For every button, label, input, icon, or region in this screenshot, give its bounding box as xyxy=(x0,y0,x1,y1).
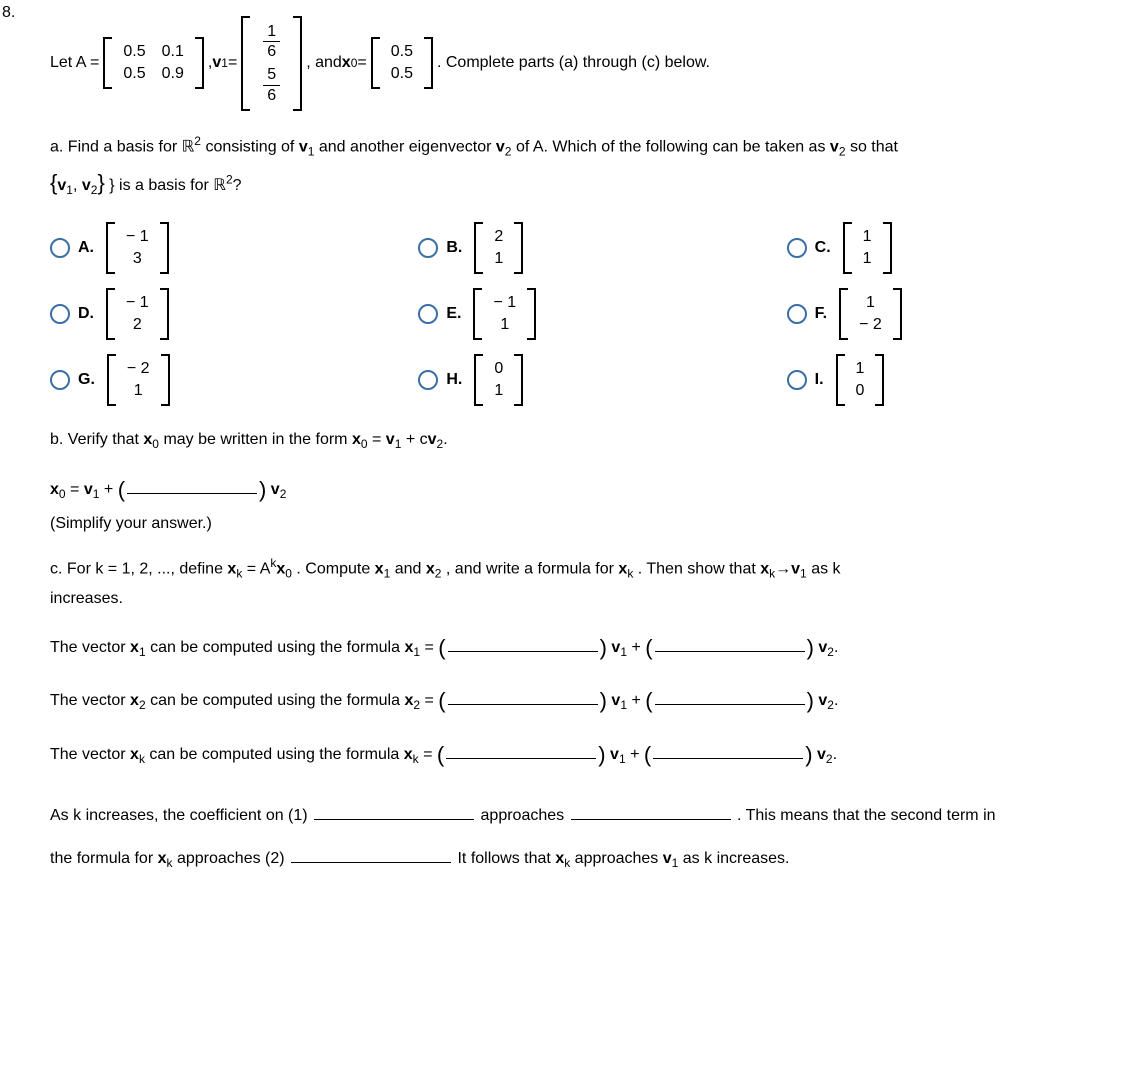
blank-c-x2-a[interactable] xyxy=(448,688,598,705)
option-vector: 10 xyxy=(836,354,885,406)
option-vector: − 13 xyxy=(106,222,169,274)
blank-c-xk-a[interactable] xyxy=(446,742,596,759)
x0-symbol: x xyxy=(342,54,351,72)
v1-symbol: v xyxy=(212,54,221,72)
problem-statement: Let A = 0.50.1 0.50.9 , v1 = 16 56 , and… xyxy=(50,16,1115,111)
let-text: Let A = xyxy=(50,54,99,72)
radio-icon[interactable] xyxy=(418,238,438,258)
option-E[interactable]: E. − 11 xyxy=(418,288,746,340)
question-body: Let A = 0.50.1 0.50.9 , v1 = 16 56 , and… xyxy=(50,16,1115,875)
part-a-options: A. − 13 B. 21 C. 11 D. − 12 E. − 11 F. xyxy=(50,222,1115,406)
option-vector: 21 xyxy=(474,222,523,274)
option-vector: 01 xyxy=(474,354,523,406)
blank-c-close-2[interactable] xyxy=(571,803,731,820)
option-label: G. xyxy=(78,371,95,389)
option-label: H. xyxy=(446,371,462,389)
radio-icon[interactable] xyxy=(787,304,807,324)
part-a-text: a. Find a basis for ℝ2 consisting of v1 … xyxy=(50,131,1115,203)
part-c-closing-2: the formula for xk approaches (2) It fol… xyxy=(50,845,1115,875)
blank-c-x1-b[interactable] xyxy=(655,635,805,652)
radio-icon[interactable] xyxy=(50,238,70,258)
part-b-text: b. Verify that x0 may be written in the … xyxy=(50,426,1115,456)
option-A[interactable]: A. − 13 xyxy=(50,222,378,274)
option-vector: 11 xyxy=(843,222,892,274)
part-b-fill: x0 = v1 + () v2 (Simplify your answer.) xyxy=(50,470,1115,538)
part-c-xk: The vector xk can be computed using the … xyxy=(50,735,1115,775)
blank-c-close-1[interactable] xyxy=(314,803,474,820)
radio-icon[interactable] xyxy=(787,370,807,390)
option-label: F. xyxy=(815,305,827,323)
blank-c-x2-b[interactable] xyxy=(655,688,805,705)
radio-icon[interactable] xyxy=(418,370,438,390)
option-vector: 1− 2 xyxy=(839,288,902,340)
part-c-x2: The vector x2 can be computed using the … xyxy=(50,681,1115,721)
option-C[interactable]: C. 11 xyxy=(787,222,1115,274)
option-label: A. xyxy=(78,239,94,257)
blank-c-xk-b[interactable] xyxy=(653,742,803,759)
matrix-A: 0.50.1 0.50.9 xyxy=(103,37,204,89)
radio-icon[interactable] xyxy=(50,370,70,390)
radio-icon[interactable] xyxy=(418,304,438,324)
part-c-text: c. For k = 1, 2, ..., define xk = Akx0 .… xyxy=(50,553,1115,614)
option-label: I. xyxy=(815,371,824,389)
option-label: E. xyxy=(446,305,461,323)
question-number: 8. xyxy=(2,4,15,22)
blank-b[interactable] xyxy=(127,477,257,494)
vector-x0: 0.50.5 xyxy=(371,37,433,89)
option-B[interactable]: B. 21 xyxy=(418,222,746,274)
option-label: C. xyxy=(815,239,831,257)
part-c-x1: The vector x1 can be computed using the … xyxy=(50,628,1115,668)
option-F[interactable]: F. 1− 2 xyxy=(787,288,1115,340)
radio-icon[interactable] xyxy=(50,304,70,324)
option-label: B. xyxy=(446,239,462,257)
option-vector: − 12 xyxy=(106,288,169,340)
option-G[interactable]: G. − 21 xyxy=(50,354,378,406)
blank-c-x1-a[interactable] xyxy=(448,635,598,652)
blank-c-close-3[interactable] xyxy=(291,846,451,863)
vector-v1: 16 56 xyxy=(241,16,302,111)
option-D[interactable]: D. − 12 xyxy=(50,288,378,340)
part-c-closing-1: As k increases, the coefficient on (1) a… xyxy=(50,802,1115,831)
option-I[interactable]: I. 10 xyxy=(787,354,1115,406)
option-vector: − 11 xyxy=(473,288,536,340)
option-label: D. xyxy=(78,305,94,323)
option-vector: − 21 xyxy=(107,354,170,406)
option-H[interactable]: H. 01 xyxy=(418,354,746,406)
radio-icon[interactable] xyxy=(787,238,807,258)
